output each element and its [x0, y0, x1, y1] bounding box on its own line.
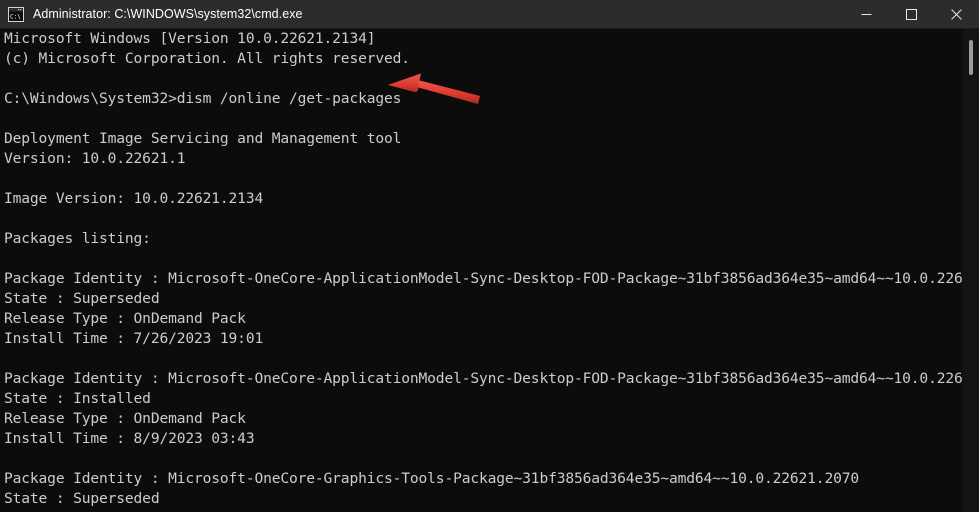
maximize-button[interactable]	[889, 0, 934, 29]
console-text: Microsoft Windows [Version 10.0.22621.21…	[4, 30, 979, 512]
console-scrollbar[interactable]	[962, 29, 979, 512]
window-title: Administrator: C:\WINDOWS\system32\cmd.e…	[33, 7, 303, 21]
scrollbar-thumb[interactable]	[969, 40, 973, 75]
close-button[interactable]	[934, 0, 979, 29]
svg-text:C:\: C:\	[10, 13, 21, 20]
minimize-button[interactable]	[844, 0, 889, 29]
window-controls	[844, 0, 979, 29]
console-output-area[interactable]: Microsoft Windows [Version 10.0.22621.21…	[0, 29, 979, 512]
cmd-window: C:\ Administrator: C:\WINDOWS\system32\c…	[0, 0, 979, 512]
window-titlebar[interactable]: C:\ Administrator: C:\WINDOWS\system32\c…	[0, 0, 979, 29]
cmd-console-icon: C:\	[8, 6, 24, 22]
